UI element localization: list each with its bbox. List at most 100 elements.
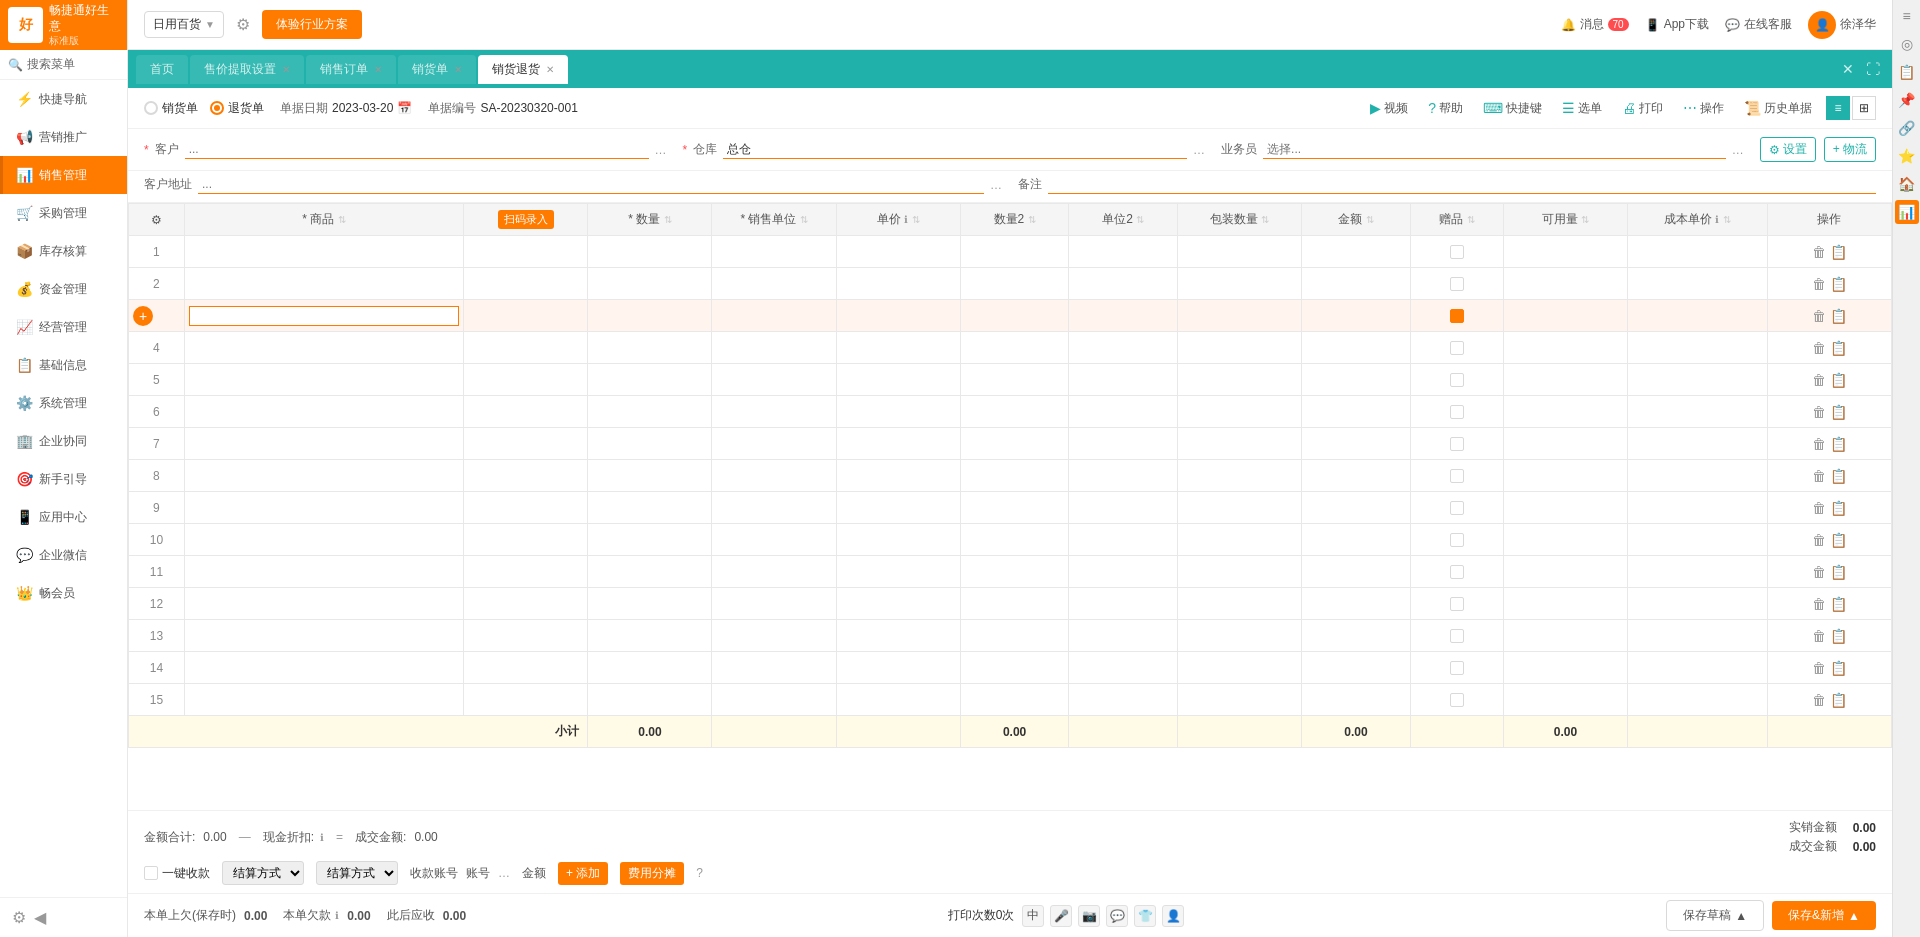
delete-row-btn-10[interactable]: 🗑 <box>1812 532 1826 548</box>
settlement-select[interactable]: 结算方式 <box>222 861 304 885</box>
cell-qty2-15[interactable] <box>960 684 1069 716</box>
sidebar-item-sales-mgmt[interactable]: 📊销售管理 <box>0 156 127 194</box>
delete-row-btn-1[interactable]: 🗑 <box>1812 244 1826 260</box>
cell-pack-qty-8[interactable] <box>1178 460 1302 492</box>
cell-sales-unit-15[interactable] <box>712 684 836 716</box>
cell-amount-11[interactable] <box>1302 556 1411 588</box>
cell-available-1[interactable] <box>1503 236 1627 268</box>
sidebar-item-shortcuts[interactable]: ⚡快捷导航 <box>0 80 127 118</box>
cell-unit2-8[interactable] <box>1069 460 1178 492</box>
gift-checkbox-7[interactable] <box>1450 437 1464 451</box>
delete-row-btn-2[interactable]: 🗑 <box>1812 276 1826 292</box>
cell-available-11[interactable] <box>1503 556 1627 588</box>
cell-available-5[interactable] <box>1503 364 1627 396</box>
sort-cost-icon[interactable]: ⇅ <box>1723 214 1731 225</box>
cell-pack-qty-13[interactable] <box>1178 620 1302 652</box>
maximize-btn[interactable]: ⛶ <box>1862 59 1884 79</box>
column-settings-btn[interactable]: ⚙ 设置 <box>1760 137 1816 162</box>
cell-unit-price-12[interactable] <box>836 588 960 620</box>
close-tab-btn[interactable]: ✕ <box>1838 59 1858 79</box>
cell-unit2-12[interactable] <box>1069 588 1178 620</box>
cell-pack-qty-1[interactable] <box>1178 236 1302 268</box>
cell-gift-8[interactable] <box>1410 460 1503 492</box>
cell-sales-unit-4[interactable] <box>712 332 836 364</box>
cell-qty2-3[interactable] <box>960 300 1069 332</box>
cell-unit2-14[interactable] <box>1069 652 1178 684</box>
sidebar-item-marketing[interactable]: 📢营销推广 <box>0 118 127 156</box>
note-input[interactable] <box>1048 175 1876 194</box>
cell-goods-8[interactable] <box>184 460 463 492</box>
cell-amount-6[interactable] <box>1302 396 1411 428</box>
person-icon[interactable]: 👤 <box>1162 905 1184 927</box>
cell-unit2-3[interactable] <box>1069 300 1178 332</box>
cell-goods-6[interactable] <box>184 396 463 428</box>
cell-amount-10[interactable] <box>1302 524 1411 556</box>
copy-row-btn-7[interactable]: 📋 <box>1830 436 1847 452</box>
cell-gift-10[interactable] <box>1410 524 1503 556</box>
cell-qty-4[interactable] <box>588 332 712 364</box>
cell-available-7[interactable] <box>1503 428 1627 460</box>
cell-unit-price-9[interactable] <box>836 492 960 524</box>
cell-qty-8[interactable] <box>588 460 712 492</box>
cell-qty2-14[interactable] <box>960 652 1069 684</box>
cell-qty-6[interactable] <box>588 396 712 428</box>
customer-more-icon[interactable]: … <box>655 143 667 157</box>
cell-qty-14[interactable] <box>588 652 712 684</box>
cell-amount-9[interactable] <box>1302 492 1411 524</box>
cell-qty2-5[interactable] <box>960 364 1069 396</box>
cell-amount-15[interactable] <box>1302 684 1411 716</box>
cell-qty2-7[interactable] <box>960 428 1069 460</box>
cell-qty-1[interactable] <box>588 236 712 268</box>
cell-goods-10[interactable] <box>184 524 463 556</box>
cell-pack-qty-14[interactable] <box>1178 652 1302 684</box>
cell-qty2-2[interactable] <box>960 268 1069 300</box>
cell-amount-13[interactable] <box>1302 620 1411 652</box>
cell-pack-qty-9[interactable] <box>1178 492 1302 524</box>
cell-amount-8[interactable] <box>1302 460 1411 492</box>
cell-qty-7[interactable] <box>588 428 712 460</box>
history-btn[interactable]: 📜 历史单据 <box>1738 98 1818 119</box>
cell-sales-unit-2[interactable] <box>712 268 836 300</box>
shortcuts-btn[interactable]: ⌨ 快捷键 <box>1477 98 1548 119</box>
cell-qty2-8[interactable] <box>960 460 1069 492</box>
rp-btn-1[interactable]: ≡ <box>1895 4 1919 28</box>
sidebar-item-basic-info[interactable]: 📋基础信息 <box>0 346 127 384</box>
cell-qty2-9[interactable] <box>960 492 1069 524</box>
account-dots[interactable]: … <box>498 866 510 880</box>
copy-row-btn-1[interactable]: 📋 <box>1830 244 1847 260</box>
sidebar-item-purchase-mgmt[interactable]: 🛒采购管理 <box>0 194 127 232</box>
radio-return[interactable]: 退货单 <box>210 100 264 117</box>
cell-gift-6[interactable] <box>1410 396 1503 428</box>
copy-row-btn-15[interactable]: 📋 <box>1830 692 1847 708</box>
cell-goods-4[interactable] <box>184 332 463 364</box>
video-btn[interactable]: ▶ 视频 <box>1364 98 1414 119</box>
delete-row-btn-15[interactable]: 🗑 <box>1812 692 1826 708</box>
operation-btn[interactable]: ⋯ 操作 <box>1677 98 1730 119</box>
copy-row-btn-14[interactable]: 📋 <box>1830 660 1847 676</box>
sidebar-item-guide[interactable]: 🎯新手引导 <box>0 460 127 498</box>
cell-unit-price-5[interactable] <box>836 364 960 396</box>
cell-qty2-10[interactable] <box>960 524 1069 556</box>
sidebar-item-member[interactable]: 👑畅会员 <box>0 574 127 612</box>
copy-row-btn-11[interactable]: 📋 <box>1830 564 1847 580</box>
sidebar-item-enterprise[interactable]: 🏢企业协同 <box>0 422 127 460</box>
sort-pack-icon[interactable]: ⇅ <box>1261 214 1269 225</box>
cell-gift-2[interactable] <box>1410 268 1503 300</box>
gift-checkbox-12[interactable] <box>1450 597 1464 611</box>
add-row-btn[interactable]: + <box>133 306 153 326</box>
cell-unit2-13[interactable] <box>1069 620 1178 652</box>
gift-checkbox-13[interactable] <box>1450 629 1464 643</box>
salesperson-more-icon[interactable]: … <box>1732 143 1744 157</box>
cell-qty-10[interactable] <box>588 524 712 556</box>
cell-sales-unit-9[interactable] <box>712 492 836 524</box>
sort-qty2-icon[interactable]: ⇅ <box>1028 214 1036 225</box>
warehouse-input[interactable] <box>723 140 1187 159</box>
tab-home[interactable]: 首页 <box>136 55 188 84</box>
cell-sales-unit-10[interactable] <box>712 524 836 556</box>
sort-qty-icon[interactable]: ⇅ <box>664 214 672 225</box>
cell-pack-qty-15[interactable] <box>1178 684 1302 716</box>
delete-row-btn-3[interactable]: 🗑 <box>1812 308 1826 324</box>
sort-gift-icon[interactable]: ⇅ <box>1467 214 1475 225</box>
sidebar-item-operations[interactable]: 📈经营管理 <box>0 308 127 346</box>
cell-goods-11[interactable] <box>184 556 463 588</box>
